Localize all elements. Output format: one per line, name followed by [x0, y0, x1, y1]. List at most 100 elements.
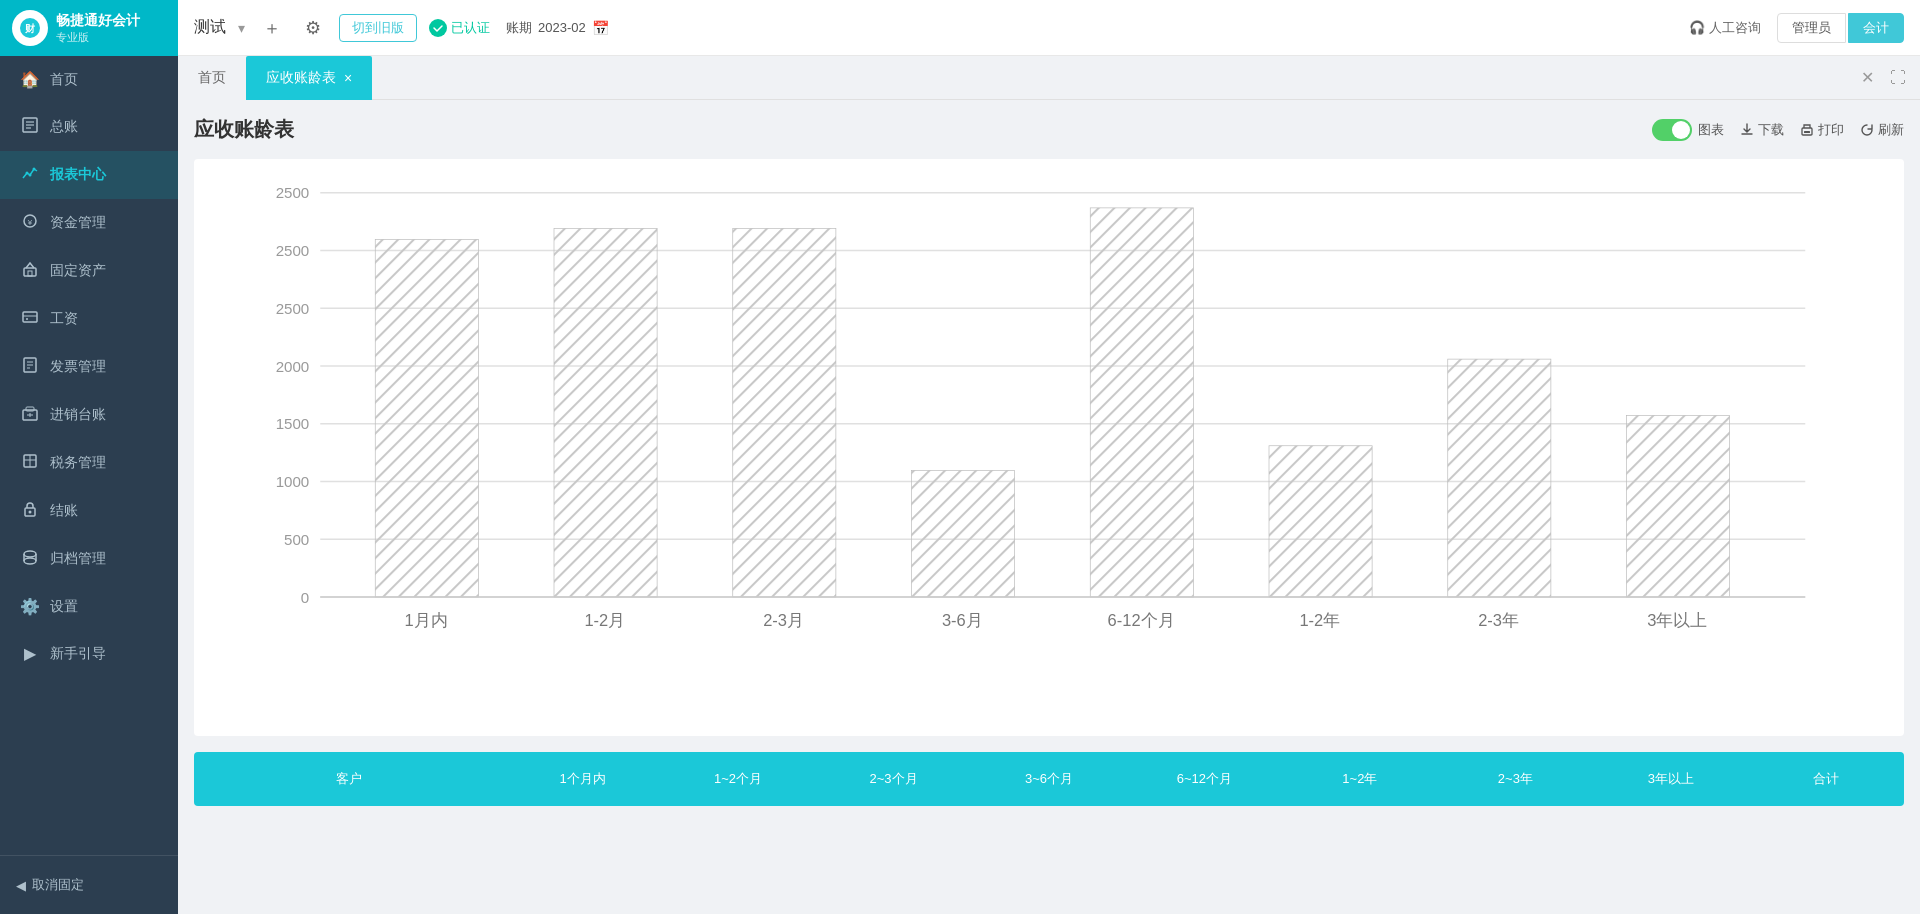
add-workspace-btn[interactable]: ＋: [257, 12, 287, 44]
sidebar-item-label: 固定资产: [50, 262, 106, 280]
expand-icon-btn[interactable]: ⛶: [1884, 65, 1912, 91]
th-2-3year: 2~3年: [1438, 752, 1593, 806]
svg-point-7: [29, 174, 32, 177]
sidebar: 财 畅捷通好会计 专业版 🏠 首页 总账: [0, 0, 178, 914]
verified-icon: [429, 19, 447, 37]
sidebar-item-label: 进销台账: [50, 406, 106, 424]
svg-text:1000: 1000: [276, 473, 310, 490]
cancel-fixed-btn[interactable]: ◀ 取消固定: [0, 866, 178, 904]
sidebar-item-ledger[interactable]: 总账: [0, 103, 178, 151]
svg-text:6-12个月: 6-12个月: [1108, 611, 1175, 629]
consult-label: 人工咨询: [1709, 19, 1761, 37]
th-1-2year: 1~2年: [1282, 752, 1437, 806]
headset-icon: 🎧: [1689, 20, 1705, 35]
role-btn[interactable]: 会计: [1848, 13, 1904, 43]
payroll-icon: [20, 309, 40, 329]
user-btns: 管理员 会计: [1777, 13, 1904, 43]
print-icon: [1800, 123, 1814, 137]
tab-home[interactable]: 首页: [178, 56, 246, 100]
main-content: 测试 ▾ ＋ ⚙ 切到旧版 已认证 账期 2023-02 📅 🎧 人工咨询 管理…: [178, 0, 1920, 914]
tab-home-label: 首页: [198, 69, 226, 87]
bar-2: [554, 229, 657, 598]
bar-7: [1448, 359, 1551, 597]
svg-point-28: [29, 511, 32, 514]
svg-text:3-6月: 3-6月: [942, 611, 983, 629]
sidebar-item-tax[interactable]: 税务管理: [0, 439, 178, 487]
svg-text:2-3年: 2-3年: [1478, 611, 1519, 629]
th-6-12month: 6~12个月: [1127, 752, 1282, 806]
tax-icon: [20, 453, 40, 473]
sidebar-item-label: 设置: [50, 598, 78, 616]
sidebar-item-home[interactable]: 🏠 首页: [0, 56, 178, 103]
svg-text:2-3月: 2-3月: [763, 611, 804, 629]
settings-btn[interactable]: ⚙: [299, 13, 327, 43]
period-label: 账期: [506, 19, 532, 37]
sidebar-nav: 🏠 首页 总账 报: [0, 56, 178, 855]
workspace-title: 测试: [194, 17, 226, 38]
bar-chart: 2500 2500 2500 2000 1500 1000 500 0 1月内: [224, 179, 1874, 702]
data-table: 客户 1个月内 1~2个月 2~3个月 3~6个月 6~12个月 1~2年 2~…: [194, 752, 1904, 806]
sidebar-item-payroll[interactable]: 工资: [0, 295, 178, 343]
sidebar-item-funds[interactable]: ¥ 资金管理: [0, 199, 178, 247]
tab-close-btn[interactable]: ×: [344, 71, 352, 85]
topbar: 测试 ▾ ＋ ⚙ 切到旧版 已认证 账期 2023-02 📅 🎧 人工咨询 管理…: [178, 0, 1920, 56]
svg-text:¥: ¥: [27, 218, 33, 227]
svg-text:1月内: 1月内: [405, 611, 448, 629]
toggle-knob: [1672, 121, 1690, 139]
print-btn[interactable]: 打印: [1800, 121, 1844, 139]
sidebar-item-settings[interactable]: ⚙️ 设置: [0, 583, 178, 630]
bar-8: [1627, 416, 1730, 598]
svg-text:1-2月: 1-2月: [584, 611, 625, 629]
sidebar-item-archive[interactable]: 归档管理: [0, 535, 178, 583]
table-header: 客户 1个月内 1~2个月 2~3个月 3~6个月 6~12个月 1~2年 2~…: [194, 752, 1904, 806]
chevron-down-icon[interactable]: ▾: [238, 20, 245, 36]
svg-point-8: [33, 168, 36, 171]
th-1-2month: 1~2个月: [660, 752, 815, 806]
sidebar-item-assets[interactable]: 固定资产: [0, 247, 178, 295]
download-btn[interactable]: 下载: [1740, 121, 1784, 139]
svg-rect-11: [24, 268, 36, 276]
tab-receivable-aging[interactable]: 应收账龄表 ×: [246, 56, 372, 100]
chart-toggle-wrap: 图表: [1652, 119, 1724, 141]
page-header: 应收账龄表 图表 下载 打印 刷新: [194, 116, 1904, 143]
sidebar-item-label: 发票管理: [50, 358, 106, 376]
funds-icon: ¥: [20, 213, 40, 233]
tab-right-btns: ✕ ⛶: [1855, 64, 1920, 91]
close-tab-icon-btn[interactable]: ✕: [1855, 64, 1880, 91]
sidebar-item-inventory[interactable]: 进销台账: [0, 391, 178, 439]
refresh-btn[interactable]: 刷新: [1860, 121, 1904, 139]
svg-text:2500: 2500: [276, 300, 310, 317]
home-icon: 🏠: [20, 70, 40, 89]
bar-5: [1090, 208, 1193, 597]
chart-container: 2500 2500 2500 2000 1500 1000 500 0 1月内: [194, 159, 1904, 736]
sidebar-item-label: 首页: [50, 71, 78, 89]
switch-version-btn[interactable]: 切到旧版: [339, 14, 417, 42]
svg-text:500: 500: [284, 531, 309, 548]
th-1month: 1个月内: [505, 752, 660, 806]
verified-text: 已认证: [451, 19, 490, 37]
th-customer: 客户: [194, 752, 505, 806]
svg-point-32: [24, 558, 36, 564]
tabbar: 首页 应收账龄表 × ✕ ⛶: [178, 56, 1920, 100]
svg-text:1-2年: 1-2年: [1299, 611, 1340, 629]
svg-text:0: 0: [301, 589, 309, 606]
th-2-3month: 2~3个月: [816, 752, 971, 806]
sidebar-item-reports[interactable]: 报表中心: [0, 151, 178, 199]
sidebar-item-close[interactable]: 结账: [0, 487, 178, 535]
svg-rect-34: [1804, 131, 1810, 133]
download-icon: [1740, 123, 1754, 137]
period-info: 账期 2023-02 📅: [506, 19, 609, 37]
logo-edition: 专业版: [56, 30, 140, 45]
calendar-icon[interactable]: 📅: [592, 20, 609, 36]
sidebar-bottom: ◀ 取消固定: [0, 855, 178, 914]
guide-icon: ▶: [20, 644, 40, 663]
th-3year-plus: 3年以上: [1593, 752, 1748, 806]
manager-btn[interactable]: 管理员: [1777, 13, 1846, 43]
page-title: 应收账龄表: [194, 116, 294, 143]
ledger-icon: [20, 117, 40, 137]
sidebar-item-guide[interactable]: ▶ 新手引导: [0, 630, 178, 677]
svg-text:3年以上: 3年以上: [1647, 611, 1707, 629]
chart-toggle[interactable]: [1652, 119, 1692, 141]
consult-btn[interactable]: 🎧 人工咨询: [1689, 19, 1761, 37]
sidebar-item-invoice[interactable]: 发票管理: [0, 343, 178, 391]
